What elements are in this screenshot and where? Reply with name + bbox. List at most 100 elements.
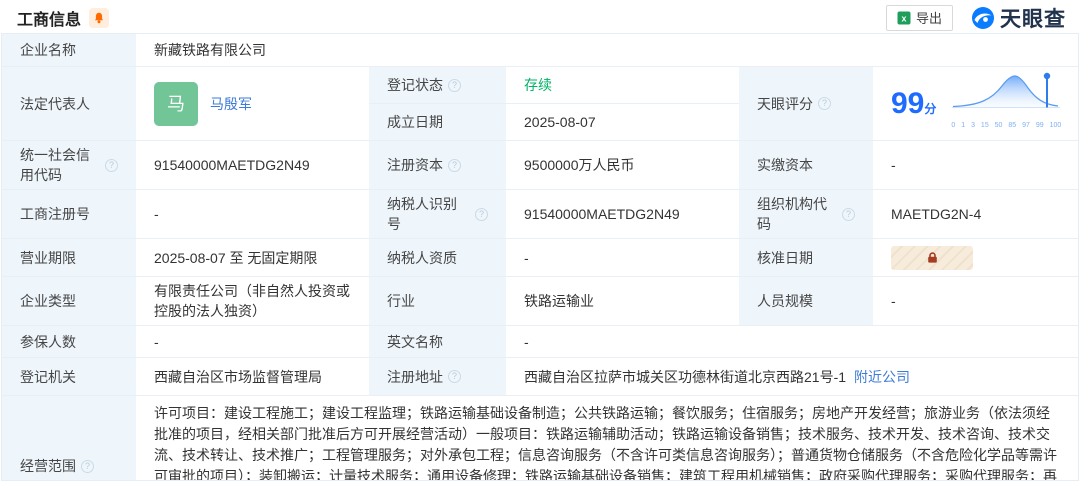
label-text: 经营范围 xyxy=(20,456,76,476)
establish-date-value: 2025-08-07 xyxy=(506,104,739,140)
tick-label: 50 xyxy=(995,116,1003,136)
business-term-value: 2025-08-07 至 无固定期限 xyxy=(136,239,369,276)
label-text: 人员规模 xyxy=(757,291,813,311)
label-text: 统一社会信用代码 xyxy=(20,145,100,185)
label-text: 企业类型 xyxy=(20,291,76,311)
tick-label: 97 xyxy=(1022,116,1030,136)
reg-address-value: 西藏自治区拉萨市城关区功德林街道北京西路21号-1 附近公司 xyxy=(506,358,1078,395)
label-text: 营业期限 xyxy=(20,248,76,268)
business-info-table: 企业名称 新藏铁路有限公司 法定代表人 马 马殷军 登记状态 ? 存续 成立日期 xyxy=(1,33,1079,481)
value-text: 9500000万人民币 xyxy=(524,155,635,175)
lock-icon xyxy=(926,251,939,264)
table-row: 成立日期 2025-08-07 xyxy=(369,104,739,140)
help-icon[interactable]: ? xyxy=(105,159,118,172)
table-row: 登记状态 ? 存续 xyxy=(369,67,739,104)
value-text: 西藏自治区拉萨市城关区功德林街道北京西路21号-1 xyxy=(524,367,846,387)
bell-glyph xyxy=(93,12,105,24)
score-distribution-chart: 0 1 3 15 50 85 97 99 100 xyxy=(950,72,1062,136)
taxpayer-id-value: 91540000MAETDG2N49 xyxy=(506,190,739,238)
label-text: 注册地址 xyxy=(387,367,443,387)
table-row: 经营范围 ? 许可项目：建设工程施工；建设工程监理；铁路运输基础设备制造；公共铁… xyxy=(2,396,1078,481)
table-row: 企业名称 新藏铁路有限公司 xyxy=(2,34,1078,67)
table-row: 营业期限 2025-08-07 至 无固定期限 纳税人资质 - 核准日期 xyxy=(2,239,1078,277)
help-icon[interactable]: ? xyxy=(448,159,461,172)
tianyancha-logo[interactable]: 天眼查 xyxy=(971,3,1066,33)
label-text: 工商注册号 xyxy=(20,204,90,224)
taxpayer-qualification-value: - xyxy=(506,239,739,276)
english-name-value: - xyxy=(506,326,1078,357)
label-text: 企业名称 xyxy=(20,40,76,60)
help-icon[interactable]: ? xyxy=(842,208,855,221)
bell-icon[interactable] xyxy=(89,8,109,28)
label-text: 行业 xyxy=(387,291,415,311)
status-date-subgrid: 登记状态 ? 存续 成立日期 2025-08-07 xyxy=(369,67,739,140)
staff-size-value: - xyxy=(873,277,1078,325)
field-label-english-name: 英文名称 xyxy=(369,326,506,357)
value-text: - xyxy=(524,332,529,352)
tick-label: 99 xyxy=(1036,116,1044,136)
tick-label: 3 xyxy=(971,116,975,136)
table-row: 登记机关 西藏自治区市场监督管理局 注册地址 ? 西藏自治区拉萨市城关区功德林街… xyxy=(2,358,1078,396)
value-text: 91540000MAETDG2N49 xyxy=(524,204,680,224)
value-text: 有限责任公司（非自然人投资或控股的法人独资） xyxy=(154,281,351,321)
label-text: 组织机构代码 xyxy=(757,194,837,234)
status-badge: 存续 xyxy=(524,75,552,95)
field-label-business-term: 营业期限 xyxy=(2,239,136,276)
field-label-business-scope: 经营范围 ? xyxy=(2,396,136,481)
field-label-reg-address: 注册地址 ? xyxy=(369,358,506,395)
credit-code-value: 91540000MAETDG2N49 xyxy=(136,141,369,189)
export-label: 导出 xyxy=(916,8,942,27)
tick-label: 85 xyxy=(1008,116,1016,136)
field-label-staff-size: 人员规模 xyxy=(739,277,873,325)
value-text: - xyxy=(524,248,529,268)
value-text: - xyxy=(154,204,159,224)
help-icon[interactable]: ? xyxy=(448,79,461,92)
business-info-panel: 工商信息 x 导出 xyxy=(0,0,1080,482)
masked-value-badge[interactable] xyxy=(891,246,973,270)
table-row: 统一社会信用代码 ? 91540000MAETDG2N49 注册资本 ? 950… xyxy=(2,141,1078,190)
industry-value: 铁路运输业 xyxy=(506,277,739,325)
value-text: 西藏自治区市场监督管理局 xyxy=(154,367,322,387)
table-row: 企业类型 有限责任公司（非自然人投资或控股的法人独资） 行业 铁路运输业 人员规… xyxy=(2,277,1078,326)
reg-authority-value: 西藏自治区市场监督管理局 xyxy=(136,358,369,395)
help-icon[interactable]: ? xyxy=(448,370,461,383)
field-label-paid-capital: 实缴资本 xyxy=(739,141,873,189)
field-label-company-type: 企业类型 xyxy=(2,277,136,325)
score-unit: 分 xyxy=(924,102,936,116)
approval-date-value xyxy=(873,239,1078,276)
legal-rep-avatar[interactable]: 马 xyxy=(154,82,198,126)
label-text: 法定代表人 xyxy=(20,94,90,114)
brand-name: 天眼查 xyxy=(1000,3,1066,33)
field-label-establish-date: 成立日期 xyxy=(369,104,506,140)
field-label-insured-count: 参保人数 xyxy=(2,326,136,357)
business-scope-value: 许可项目：建设工程施工；建设工程监理；铁路运输基础设备制造；公共铁路运输；餐饮服… xyxy=(136,396,1078,481)
excel-icon: x xyxy=(897,11,911,25)
label-text: 成立日期 xyxy=(387,112,443,132)
legal-rep-link[interactable]: 马殷军 xyxy=(210,94,252,114)
tianyan-score-value[interactable]: 99 分 xyxy=(873,67,1078,140)
help-icon[interactable]: ? xyxy=(81,460,94,473)
label-text: 天眼评分 xyxy=(757,94,813,114)
score-axis-ticks: 0 1 3 15 50 85 97 99 100 xyxy=(950,116,1062,136)
org-code-value: MAETDG2N-4 xyxy=(873,190,1078,238)
label-text: 实缴资本 xyxy=(757,155,813,175)
field-label-company-name: 企业名称 xyxy=(2,34,136,66)
field-label-reg-authority: 登记机关 xyxy=(2,358,136,395)
nearby-companies-link[interactable]: 附近公司 xyxy=(854,367,910,387)
value-text: - xyxy=(891,155,896,175)
field-label-tianyan-score: 天眼评分 ? xyxy=(739,67,873,140)
export-button[interactable]: x 导出 xyxy=(886,5,953,31)
panel-header: 工商信息 x 导出 xyxy=(0,0,1080,33)
label-text: 参保人数 xyxy=(20,332,76,352)
value-text: 91540000MAETDG2N49 xyxy=(154,155,310,175)
label-text: 注册资本 xyxy=(387,155,443,175)
table-row: 法定代表人 马 马殷军 登记状态 ? 存续 成立日期 2025-08-07 xyxy=(2,67,1078,141)
field-label-industry: 行业 xyxy=(369,277,506,325)
field-label-credit-code: 统一社会信用代码 ? xyxy=(2,141,136,189)
label-text: 纳税人资质 xyxy=(387,248,457,268)
insured-count-value: - xyxy=(136,326,369,357)
help-icon[interactable]: ? xyxy=(818,97,831,110)
field-label-taxpayer-qualification: 纳税人资质 xyxy=(369,239,506,276)
value-text: MAETDG2N-4 xyxy=(891,204,981,224)
help-icon[interactable]: ? xyxy=(475,208,488,221)
